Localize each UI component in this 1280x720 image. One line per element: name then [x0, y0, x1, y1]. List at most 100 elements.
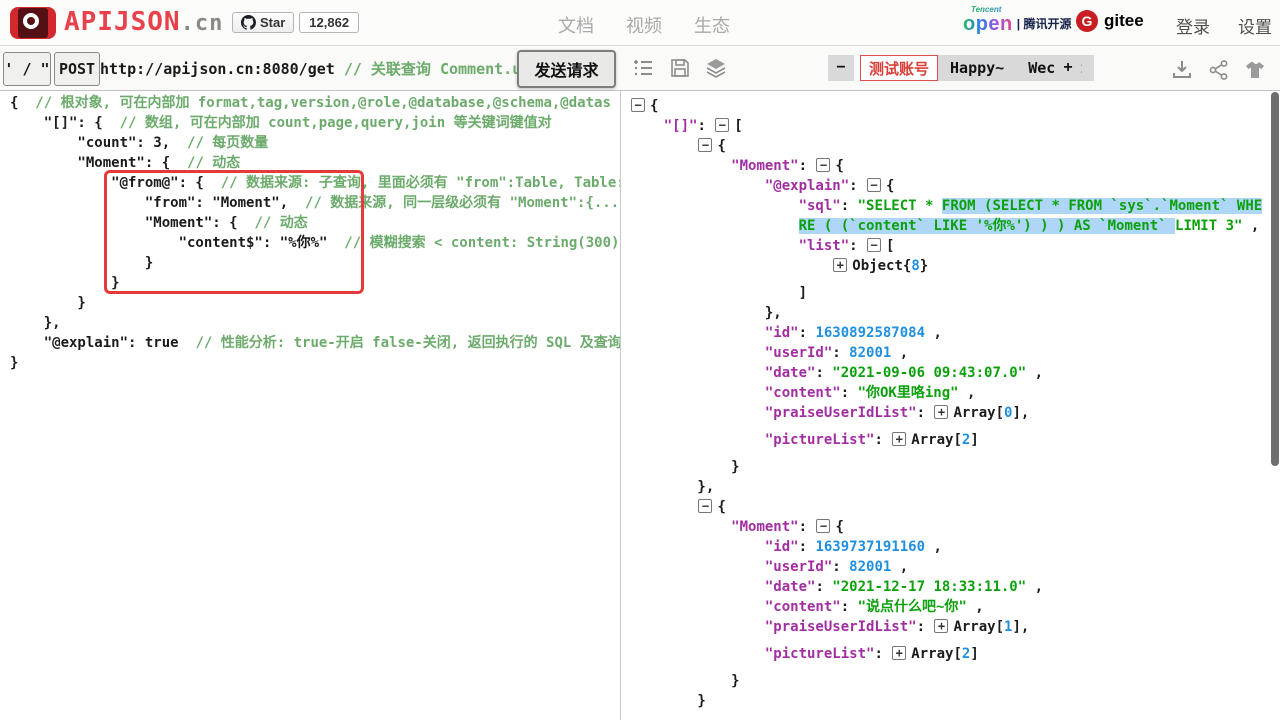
code-segment: ]: [630, 285, 807, 301]
viewer-scrollbar[interactable]: [1271, 92, 1279, 466]
brand-suffix: .cn: [181, 11, 224, 36]
code-segment: 1639737191160: [815, 539, 925, 555]
code-segment: [630, 198, 799, 214]
expand-toggle-icon[interactable]: +: [892, 432, 906, 446]
code-line: }: [10, 253, 620, 273]
github-star-badge[interactable]: Star 12,862: [232, 12, 359, 33]
tab-test-account[interactable]: 测试账号: [860, 55, 938, 81]
expand-toggle-icon[interactable]: +: [934, 619, 948, 633]
code-segment: "id": [765, 539, 799, 555]
brand-name: APIJSON: [64, 7, 181, 37]
request-json-code: { // 根对象, 可在内部加 format,tag,version,@role…: [10, 93, 620, 373]
save-icon[interactable]: [668, 56, 692, 80]
share-icon[interactable]: [1207, 58, 1231, 82]
code-segment: :: [799, 325, 816, 341]
add-tab-button[interactable]: +: [1055, 55, 1081, 81]
code-segment: :: [799, 519, 816, 535]
code-line: "sql": "SELECT * FROM (SELECT * FROM `sy…: [630, 196, 1280, 216]
code-segment: ]: [970, 432, 978, 448]
code-segment: "count": 3,: [10, 135, 187, 151]
code-line: "[]": −[: [630, 116, 1280, 136]
code-segment: :: [874, 646, 891, 662]
code-line: "id": 1639737191160 ,: [630, 537, 1280, 557]
code-segment: // 数组, 可在内部加 count,page,query,join 等关键词键…: [120, 115, 552, 131]
url-input[interactable]: http://apijson.cn:8080/get // 关联查询 Comme…: [100, 56, 518, 82]
nav-docs[interactable]: 文档: [558, 12, 594, 38]
settings-link[interactable]: 设置: [1238, 13, 1272, 38]
code-segment: "2021-09-06 09:43:07.0": [832, 365, 1026, 381]
code-segment: // 根对象, 可在内部加 format,tag,version,@role,@…: [35, 95, 611, 111]
code-line: "Moment": −{: [630, 517, 1280, 537]
layers-icon[interactable]: [704, 56, 728, 80]
code-segment: [630, 385, 765, 401]
gitee-logo[interactable]: G gitee: [1076, 10, 1144, 32]
brand-title[interactable]: APIJSON.cn: [64, 7, 223, 37]
send-request-button[interactable]: 发送请求: [517, 50, 616, 88]
code-line: "Moment": { // 动态: [10, 153, 620, 173]
collapse-toggle-icon[interactable]: −: [816, 519, 830, 533]
code-segment: [630, 325, 765, 341]
header: APIJSON.cn Star 12,862 文档 视频 生态 Tencent …: [0, 0, 1280, 46]
expand-toggle-icon[interactable]: +: [934, 405, 948, 419]
code-line: "from": "Moment", // 数据来源, 同一层级必须有 "Mome…: [10, 193, 620, 213]
code-segment: {: [717, 499, 725, 515]
tencent-open-logo[interactable]: Tencent open | 腾讯开源: [963, 6, 1071, 34]
gitee-icon: G: [1076, 10, 1098, 32]
quote-toggle-button[interactable]: ' / ": [3, 52, 51, 86]
download-icon[interactable]: [1170, 58, 1194, 82]
code-segment: // 动态: [187, 155, 240, 171]
code-segment: },: [630, 305, 782, 321]
code-segment: :: [815, 579, 832, 595]
shirt-icon[interactable]: [1243, 58, 1267, 82]
code-segment: }: [920, 258, 928, 274]
nav-ecosystem[interactable]: 生态: [694, 12, 730, 38]
code-segment: // 数据来源: 子查询, 里面必须有 "from":Table, Table:: [221, 175, 620, 191]
collapse-toggle-icon[interactable]: −: [698, 499, 712, 513]
code-segment: [630, 118, 664, 134]
code-segment: 1630892587084: [815, 325, 925, 341]
code-segment: ,: [891, 559, 908, 575]
code-segment: [630, 619, 765, 635]
collapse-toggle-icon[interactable]: −: [698, 138, 712, 152]
expand-toggle-icon[interactable]: +: [892, 646, 906, 660]
testcase-list-icon[interactable]: [632, 56, 656, 80]
nav-videos[interactable]: 视频: [626, 12, 662, 38]
code-segment: [630, 365, 765, 381]
code-segment: {: [886, 178, 894, 194]
code-segment: "[]": {: [10, 115, 120, 131]
code-segment: "content$": "%你%": [10, 235, 344, 251]
code-segment: [630, 345, 765, 361]
login-link[interactable]: 登录: [1176, 13, 1210, 38]
collapse-toggle-icon[interactable]: −: [816, 158, 830, 172]
code-segment: "sql": [799, 198, 841, 214]
code-segment: 82001: [849, 559, 891, 575]
collapse-toggle-icon[interactable]: −: [631, 98, 645, 112]
code-line: }: [10, 273, 620, 293]
code-segment: {: [717, 138, 725, 154]
code-line: "id": 1630892587084 ,: [630, 323, 1280, 343]
collapse-toggle-icon[interactable]: −: [867, 178, 881, 192]
code-segment: ],: [1012, 619, 1029, 635]
code-segment: },: [630, 479, 714, 495]
code-segment: FROM (SELECT * FROM `sys`.`Moment` WHE: [942, 198, 1262, 214]
code-segment: "date": [765, 579, 816, 595]
code-line: }: [630, 691, 1280, 711]
code-segment: "pictureList": [765, 432, 875, 448]
code-segment: [630, 432, 765, 448]
collapse-toggle-icon[interactable]: −: [867, 238, 881, 252]
code-segment: [630, 559, 765, 575]
http-method-button[interactable]: POST: [54, 52, 100, 86]
request-editor[interactable]: { // 根对象, 可在内部加 format,tag,version,@role…: [0, 91, 620, 720]
star-count[interactable]: 12,862: [299, 12, 359, 33]
apijson-logo-icon[interactable]: [10, 7, 56, 39]
main-nav: 文档 视频 生态: [558, 12, 730, 38]
expand-toggle-icon[interactable]: +: [833, 258, 847, 272]
collapse-toggle-icon[interactable]: −: [715, 118, 729, 132]
collapse-tab-button[interactable]: −: [828, 55, 854, 81]
tab-happy[interactable]: Happy~: [938, 55, 1016, 81]
code-segment: }: [10, 255, 153, 271]
code-segment: [630, 405, 765, 421]
code-line: { // 根对象, 可在内部加 format,tag,version,@role…: [10, 93, 620, 113]
code-segment: [630, 238, 799, 254]
github-star-button[interactable]: Star: [232, 12, 294, 33]
